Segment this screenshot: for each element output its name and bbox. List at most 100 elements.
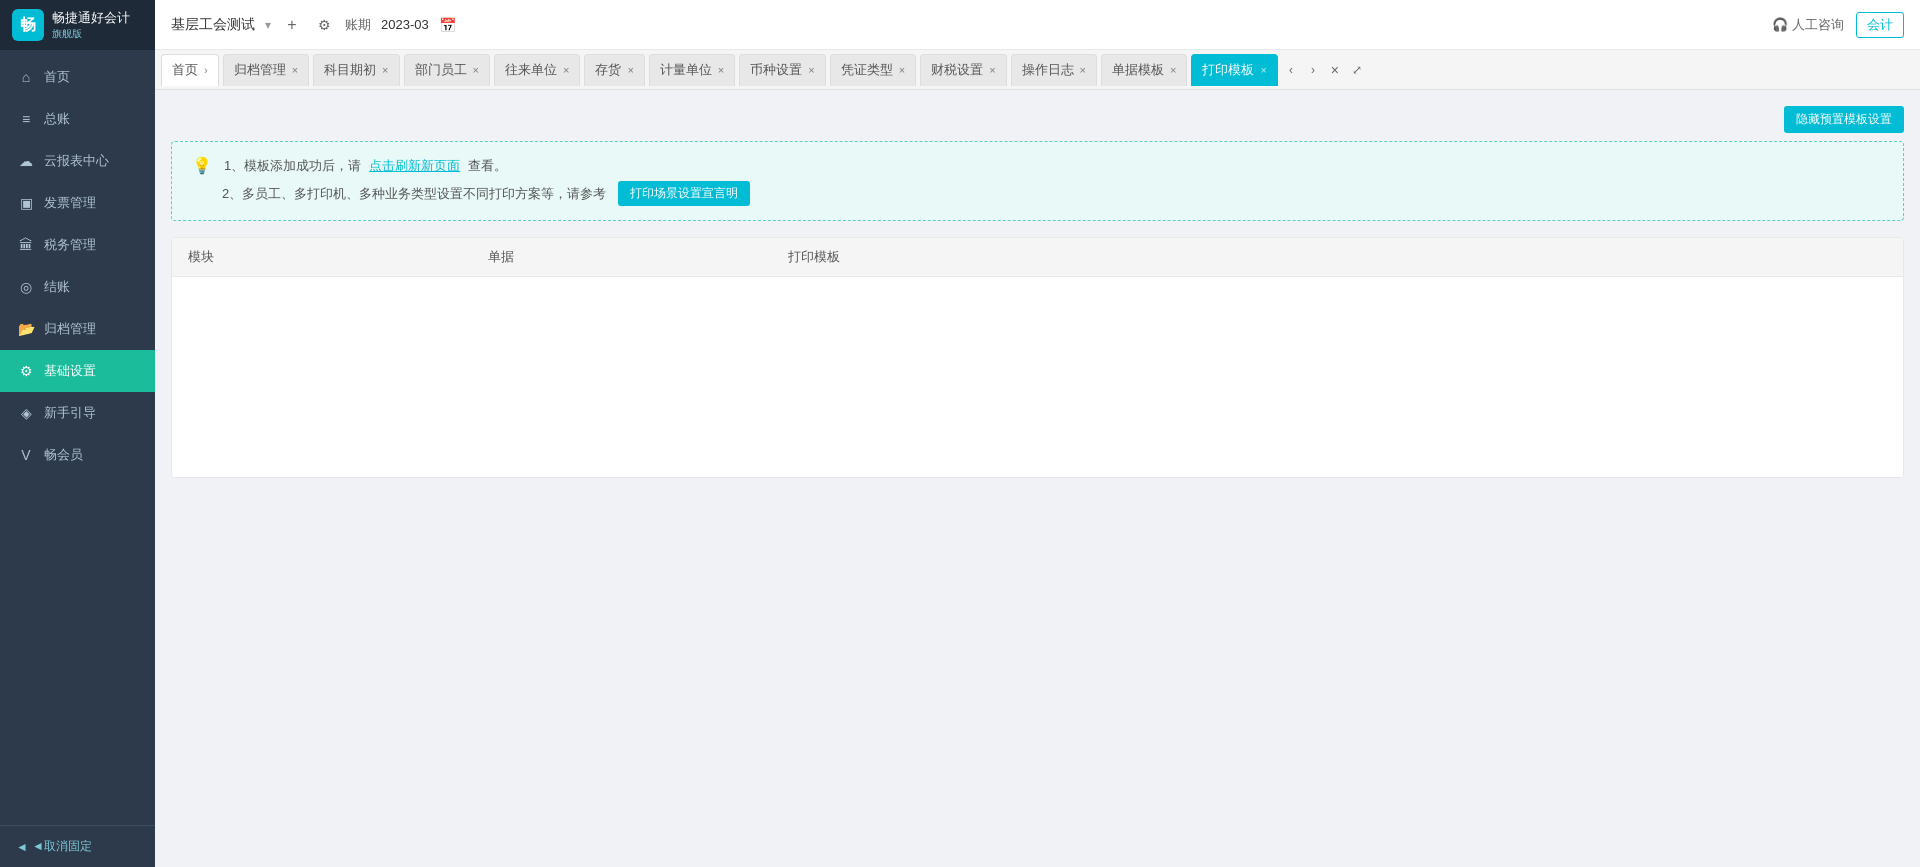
sidebar-item-label: 新手引导 <box>44 404 96 422</box>
collapse-arrow-icon: ◄ <box>16 840 28 854</box>
archive-icon: 📂 <box>16 319 36 339</box>
logo-title: 畅捷通好会计 <box>52 10 130 27</box>
page-content: 隐藏预置模板设置 💡 1、模板添加成功后，请 点击刷新新页面 查看。 2、多员工… <box>155 90 1920 867</box>
period-value: 2023-03 <box>381 17 429 32</box>
close-icon[interactable]: × <box>808 64 814 76</box>
sidebar-item-basic-settings[interactable]: ⚙ 基础设置 <box>0 350 155 392</box>
sidebar-item-checkout[interactable]: ◎ 结账 <box>0 266 155 308</box>
guide-icon: ◈ <box>16 403 36 423</box>
tab-inventory-label: 存货 <box>595 61 621 79</box>
tab-measure-unit-label: 计量单位 <box>660 61 712 79</box>
tab-currency[interactable]: 币种设置 × <box>739 54 825 86</box>
hide-template-button[interactable]: 隐藏预置模板设置 <box>1784 106 1904 133</box>
tab-voucher-type-label: 凭证类型 <box>841 61 893 79</box>
logo-icon: 畅 <box>12 9 44 41</box>
close-icon[interactable]: × <box>989 64 995 76</box>
headset-icon: 🎧 <box>1772 17 1788 32</box>
tab-tax-settings[interactable]: 财税设置 × <box>920 54 1006 86</box>
close-icon[interactable]: × <box>899 64 905 76</box>
sidebar-item-label: 云报表中心 <box>44 152 109 170</box>
tab-archive-mgmt-label: 归档管理 <box>234 61 286 79</box>
sidebar-item-invoices[interactable]: ▣ 发票管理 <box>0 182 155 224</box>
tab-single-form[interactable]: 单据模板 × <box>1101 54 1187 86</box>
sidebar-item-label: 税务管理 <box>44 236 96 254</box>
add-company-button[interactable]: + <box>281 14 303 36</box>
sidebar-item-home[interactable]: ⌂ 首页 <box>0 56 155 98</box>
settings-icon: ⚙ <box>16 361 36 381</box>
sidebar-item-reports[interactable]: ☁ 云报表中心 <box>0 140 155 182</box>
header-left: 基层工会测试 ▾ + ⚙ 账期 2023-03 📅 <box>171 14 456 36</box>
top-header: 基层工会测试 ▾ + ⚙ 账期 2023-03 📅 🎧 人工咨询 会计 <box>155 0 1920 50</box>
close-icon[interactable]: × <box>473 64 479 76</box>
tab-home-label: 首页 <box>172 61 198 79</box>
header-right: 🎧 人工咨询 会计 <box>1772 12 1904 38</box>
close-icon[interactable]: × <box>718 64 724 76</box>
company-settings-icon[interactable]: ⚙ <box>313 14 335 36</box>
sidebar-item-label: 首页 <box>44 68 70 86</box>
tab-counterpart-label: 往来单位 <box>505 61 557 79</box>
content-header: 隐藏预置模板设置 <box>171 106 1904 133</box>
sidebar-item-general-ledger[interactable]: ≡ 总账 <box>0 98 155 140</box>
tab-counterpart[interactable]: 往来单位 × <box>494 54 580 86</box>
sidebar-footer[interactable]: ◄ ◄取消固定 <box>0 825 155 867</box>
table-header: 模块 单据 打印模板 <box>172 238 1903 277</box>
support-label: 人工咨询 <box>1792 16 1844 34</box>
tab-print-template[interactable]: 打印模板 × <box>1191 54 1277 86</box>
tab-bar: 首页 › 归档管理 × 科目期初 × 部门员工 × 往来单位 × 存货 × 计量… <box>155 50 1920 90</box>
col-module: 模块 <box>172 238 472 276</box>
sidebar-item-guide[interactable]: ◈ 新手引导 <box>0 392 155 434</box>
sidebar-item-label: 发票管理 <box>44 194 96 212</box>
tab-subject-period[interactable]: 科目期初 × <box>313 54 399 86</box>
close-icon[interactable]: × <box>1260 64 1266 76</box>
notice-box: 💡 1、模板添加成功后，请 点击刷新新页面 查看。 2、多员工、多打印机、多种业… <box>171 141 1904 221</box>
member-icon: V <box>16 445 36 465</box>
notice-row-1: 💡 1、模板添加成功后，请 点击刷新新页面 查看。 <box>192 156 1883 175</box>
sidebar-item-label: 基础设置 <box>44 362 96 380</box>
sidebar-item-archive[interactable]: 📂 归档管理 <box>0 308 155 350</box>
tab-prev-button[interactable]: ‹ <box>1280 59 1302 81</box>
notice-line1-suffix: 查看。 <box>468 157 507 175</box>
close-icon[interactable]: × <box>1080 64 1086 76</box>
col-document: 单据 <box>472 238 772 276</box>
close-icon[interactable]: × <box>627 64 633 76</box>
tab-next-button[interactable]: › <box>1302 59 1324 81</box>
tab-currency-label: 币种设置 <box>750 61 802 79</box>
sidebar-item-tax[interactable]: 🏛 税务管理 <box>0 224 155 266</box>
calendar-icon[interactable]: 📅 <box>439 17 456 33</box>
tax-icon: 🏛 <box>16 235 36 255</box>
logo-area: 畅 畅捷通好会计 旗舰版 <box>0 0 155 50</box>
chevron-right-icon[interactable]: › <box>204 64 208 76</box>
company-dropdown-arrow-icon[interactable]: ▾ <box>265 18 271 32</box>
lightbulb-icon: 💡 <box>192 156 212 175</box>
tab-department[interactable]: 部门员工 × <box>404 54 490 86</box>
tab-home[interactable]: 首页 › <box>161 54 219 86</box>
close-icon[interactable]: × <box>563 64 569 76</box>
home-icon: ⌂ <box>16 67 36 87</box>
col-print-template: 打印模板 <box>772 238 1903 276</box>
tab-print-template-label: 打印模板 <box>1202 61 1254 79</box>
tab-voucher-type[interactable]: 凭证类型 × <box>830 54 916 86</box>
company-name: 基层工会测试 <box>171 16 255 34</box>
tab-archive-mgmt[interactable]: 归档管理 × <box>223 54 309 86</box>
tab-operation-log[interactable]: 操作日志 × <box>1011 54 1097 86</box>
close-icon[interactable]: × <box>1170 64 1176 76</box>
refresh-link[interactable]: 点击刷新新页面 <box>369 157 460 175</box>
tab-operation-log-label: 操作日志 <box>1022 61 1074 79</box>
checkout-icon: ◎ <box>16 277 36 297</box>
sidebar-item-label: 总账 <box>44 110 70 128</box>
tab-measure-unit[interactable]: 计量单位 × <box>649 54 735 86</box>
sidebar-item-member[interactable]: V 畅会员 <box>0 434 155 476</box>
cloud-icon: ☁ <box>16 151 36 171</box>
notice-line2-prefix: 2、多员工、多打印机、多种业务类型设置不同打印方案等，请参考 <box>222 185 606 203</box>
close-icon[interactable]: × <box>382 64 388 76</box>
notice-line1-prefix: 1、模板添加成功后，请 <box>224 157 361 175</box>
expand-tabs-button[interactable]: ⤢ <box>1346 59 1368 81</box>
table-body <box>172 277 1903 477</box>
print-scene-button[interactable]: 打印场景设置宣言明 <box>618 181 750 206</box>
logo-text: 畅捷通好会计 旗舰版 <box>52 10 130 40</box>
support-button[interactable]: 🎧 人工咨询 <box>1772 16 1844 34</box>
close-all-tabs-button[interactable]: × <box>1324 59 1346 81</box>
account-button[interactable]: 会计 <box>1856 12 1904 38</box>
close-icon[interactable]: × <box>292 64 298 76</box>
tab-inventory[interactable]: 存货 × <box>584 54 644 86</box>
